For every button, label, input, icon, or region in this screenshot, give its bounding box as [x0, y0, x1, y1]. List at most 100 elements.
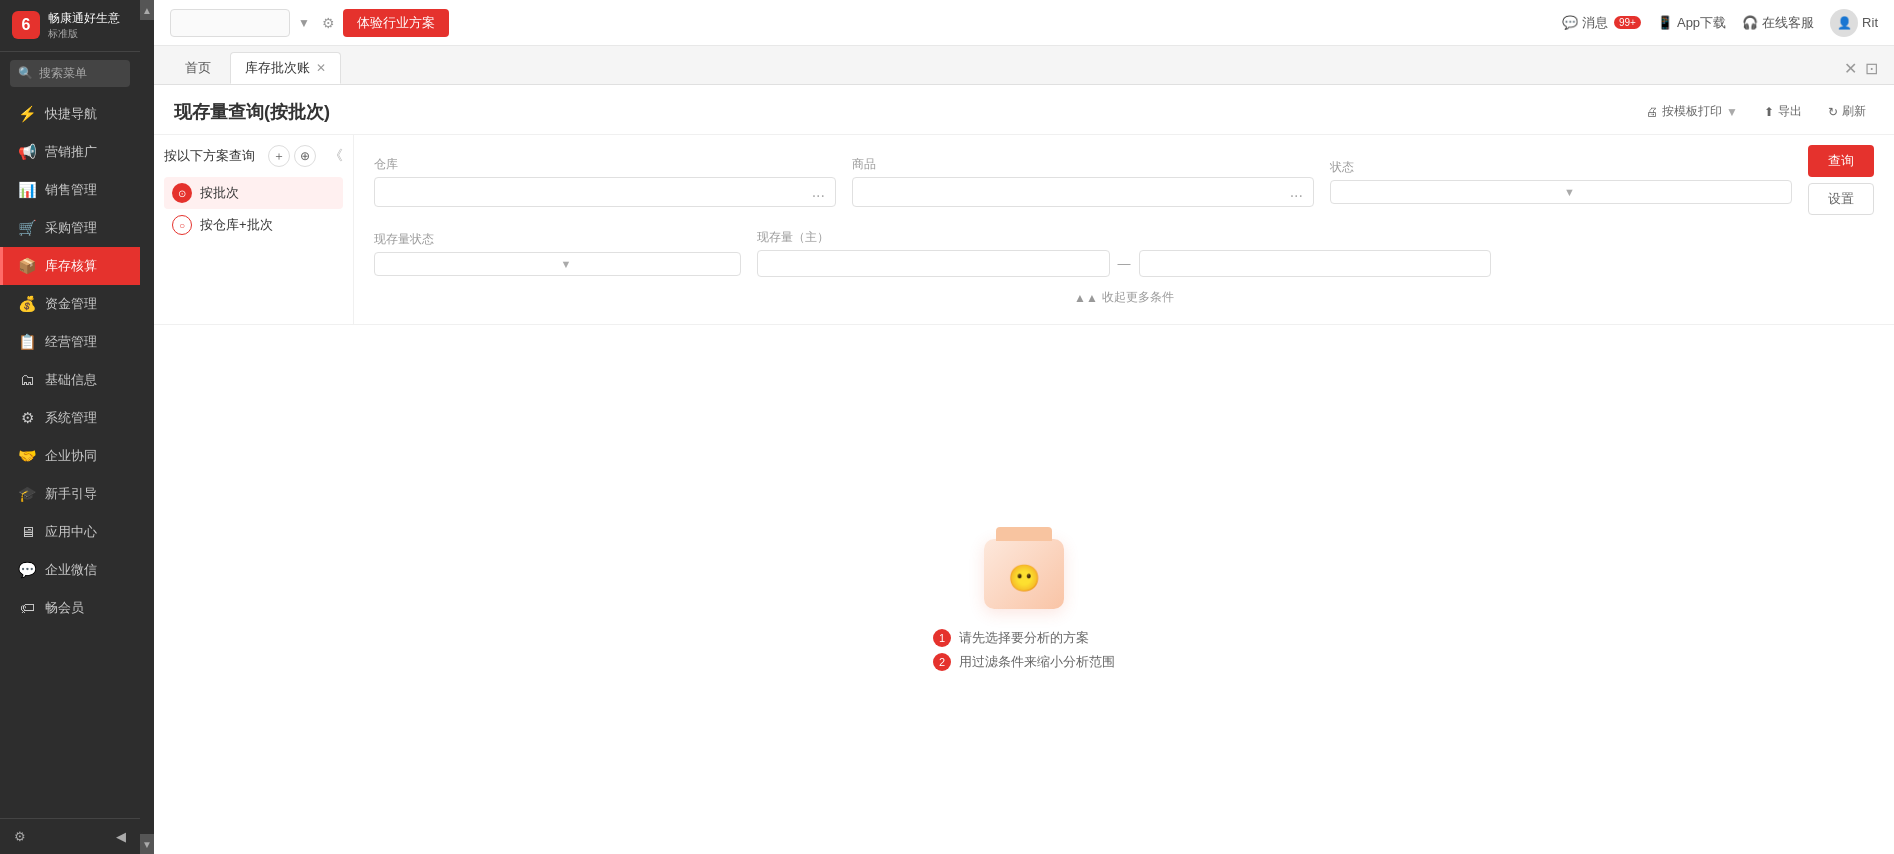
page-actions: 🖨 按模板打印 ▼ ⬆ 导出 ↻ 刷新 — [1638, 99, 1874, 124]
product-more-btn[interactable]: ... — [1290, 183, 1303, 201]
sidebar-item-system[interactable]: ⚙ 系统管理 — [0, 399, 140, 437]
app-download-btn[interactable]: 📱 App下载 — [1657, 14, 1726, 32]
purchase-icon: 🛒 — [17, 219, 37, 237]
warehouse-input[interactable] — [385, 184, 806, 199]
tab-home[interactable]: 首页 — [170, 52, 226, 84]
experience-btn[interactable]: 体验行业方案 — [343, 9, 449, 37]
finance-icon: 💰 — [17, 295, 37, 313]
online-service-label: 在线客服 — [1762, 14, 1814, 32]
settings-btn[interactable]: 设置 — [1808, 183, 1874, 215]
sidebar-item-guide[interactable]: 🎓 新手引导 — [0, 475, 140, 513]
scroll-down-btn[interactable]: ▼ — [140, 834, 154, 854]
sidebar-header: 6 畅康通好生意 标准版 — [0, 0, 140, 52]
messages-btn[interactable]: 💬 消息 99+ — [1562, 14, 1641, 32]
scheme-item-batch[interactable]: ⊙ 按批次 — [164, 177, 343, 209]
settings-icon[interactable]: ⚙ — [14, 829, 26, 844]
filter-row-2: 现存量状态 ▼ 现存量（主） — — [374, 229, 1874, 277]
scheme-batch-icon: ⊙ — [172, 183, 192, 203]
sidebar-item-sales[interactable]: 📊 销售管理 — [0, 171, 140, 209]
product-label: 商品 — [852, 156, 1314, 173]
page-header: 现存量查询(按批次) 🖨 按模板打印 ▼ ⬆ 导出 ↻ 刷新 — [154, 85, 1894, 135]
tab-batch-inventory-label: 库存批次账 — [245, 59, 310, 77]
topbar: ▼ ⚙ 体验行业方案 💬 消息 99+ 📱 App下载 🎧 在线客服 👤 — [154, 0, 1894, 46]
filter-collapse-row[interactable]: ▲▲ 收起更多条件 — [374, 285, 1874, 314]
system-icon: ⚙ — [17, 409, 37, 427]
app-title-block: 畅康通好生意 标准版 — [48, 10, 120, 41]
stock-amount-min-input[interactable] — [768, 256, 1099, 271]
scroll-up-btn[interactable]: ▲ — [140, 0, 154, 20]
refresh-btn[interactable]: ↻ 刷新 — [1820, 99, 1874, 124]
export-btn[interactable]: ⬆ 导出 — [1756, 99, 1810, 124]
hint-2-text: 用过滤条件来缩小分析范围 — [959, 653, 1115, 671]
print-btn[interactable]: 🖨 按模板打印 ▼ — [1638, 99, 1746, 124]
sidebar-item-label: 采购管理 — [45, 219, 97, 237]
sidebar-item-operations[interactable]: 📋 经营管理 — [0, 323, 140, 361]
scheme-item-warehouse-batch[interactable]: ○ 按仓库+批次 — [164, 209, 343, 241]
enterprise-wechat-icon: 💬 — [17, 561, 37, 579]
status-select[interactable]: ▼ — [1330, 180, 1792, 204]
sidebar-item-finance[interactable]: 💰 资金管理 — [0, 285, 140, 323]
scheme-warehouse-label: 按仓库+批次 — [200, 216, 273, 234]
topbar-gear-icon[interactable]: ⚙ — [322, 15, 335, 31]
tab-batch-inventory[interactable]: 库存批次账 ✕ — [230, 52, 341, 84]
empty-icon: 😶 — [974, 509, 1074, 609]
sidebar-item-apps[interactable]: 🖥 应用中心 — [0, 513, 140, 551]
headset-icon: 🎧 — [1742, 15, 1758, 30]
sidebar-item-purchase[interactable]: 🛒 采购管理 — [0, 209, 140, 247]
stock-amount-min-wrap[interactable] — [757, 250, 1110, 277]
filter-stock-status-group: 现存量状态 ▼ — [374, 231, 741, 276]
warehouse-input-wrap[interactable]: ... — [374, 177, 836, 207]
topbar-left: ▼ ⚙ 体验行业方案 — [170, 9, 1552, 37]
user-profile-btn[interactable]: 👤 Rit — [1830, 9, 1878, 37]
sidebar-item-collab[interactable]: 🤝 企业协同 — [0, 437, 140, 475]
collapse-sidebar-icon[interactable]: ◀ — [116, 829, 126, 844]
sidebar-item-enterprise-wechat[interactable]: 💬 企业微信 — [0, 551, 140, 589]
sidebar-item-member[interactable]: 🏷 畅会员 — [0, 589, 140, 627]
filter-panel: 按以下方案查询 ＋ ⊕ 《 ⊙ 按批次 ○ 按仓库+批次 — [154, 135, 1894, 325]
empty-hints: 1 请先选择要分析的方案 2 用过滤条件来缩小分析范围 — [933, 629, 1115, 671]
filter-collapse-btn[interactable]: 《 — [329, 147, 343, 165]
close-panel-icon[interactable]: ✕ — [1844, 59, 1857, 78]
sidebar-item-quick-nav[interactable]: ⚡ 快捷导航 — [0, 95, 140, 133]
online-service-btn[interactable]: 🎧 在线客服 — [1742, 14, 1814, 32]
search-label: 搜索菜单 — [39, 65, 87, 82]
scheme-warehouse-icon: ○ — [172, 215, 192, 235]
sidebar-nav: ⚡ 快捷导航 📢 营销推广 📊 销售管理 🛒 采购管理 📦 库存核算 💰 资金管… — [0, 95, 140, 818]
stock-amount-max-wrap[interactable] — [1139, 250, 1492, 277]
scheme-batch-label: 按批次 — [200, 184, 239, 202]
topbar-chevron-icon[interactable]: ▼ — [298, 16, 310, 30]
sidebar-item-marketing[interactable]: 📢 营销推广 — [0, 133, 140, 171]
sidebar-item-label: 库存核算 — [45, 257, 97, 275]
warehouse-more-btn[interactable]: ... — [812, 183, 825, 201]
filter-row-1: 仓库 ... 商品 ... — [374, 145, 1874, 217]
sidebar-item-basics[interactable]: 🗂 基础信息 — [0, 361, 140, 399]
status-label: 状态 — [1330, 159, 1792, 176]
messages-icon: 💬 — [1562, 15, 1578, 30]
add-scheme-btn[interactable]: ＋ — [268, 145, 290, 167]
sidebar-item-label: 资金管理 — [45, 295, 97, 313]
expand-panel-icon[interactable]: ⊡ — [1865, 59, 1878, 78]
sidebar-item-inventory[interactable]: 📦 库存核算 — [0, 247, 140, 285]
sidebar-search[interactable]: 🔍 搜索菜单 — [10, 60, 130, 87]
sidebar-item-label: 基础信息 — [45, 371, 97, 389]
content: 现存量查询(按批次) 🖨 按模板打印 ▼ ⬆ 导出 ↻ 刷新 — [154, 85, 1894, 854]
print-icon: 🖨 — [1646, 105, 1658, 119]
page-title: 现存量查询(按批次) — [174, 100, 330, 124]
guide-icon: 🎓 — [17, 485, 37, 503]
stock-amount-max-input[interactable] — [1150, 256, 1481, 271]
stock-status-select[interactable]: ▼ — [374, 252, 741, 276]
query-btn[interactable]: 查询 — [1808, 145, 1874, 177]
export-icon: ⬆ — [1764, 105, 1774, 119]
topbar-search-input[interactable] — [170, 9, 290, 37]
stock-amount-label: 现存量（主） — [757, 229, 1491, 246]
app-download-label: App下载 — [1677, 14, 1726, 32]
filter-status-group: 状态 ▼ — [1330, 159, 1792, 204]
scheme-settings-btn[interactable]: ⊕ — [294, 145, 316, 167]
filter-stock-amount-group: 现存量（主） — — [757, 229, 1491, 277]
sidebar: 6 畅康通好生意 标准版 🔍 搜索菜单 ⚡ 快捷导航 📢 营销推广 📊 销售管理… — [0, 0, 140, 854]
product-input[interactable] — [863, 184, 1284, 199]
filter-action-btns: 查询 设置 — [1808, 145, 1874, 217]
tab-close-icon[interactable]: ✕ — [316, 61, 326, 75]
product-input-wrap[interactable]: ... — [852, 177, 1314, 207]
sales-icon: 📊 — [17, 181, 37, 199]
